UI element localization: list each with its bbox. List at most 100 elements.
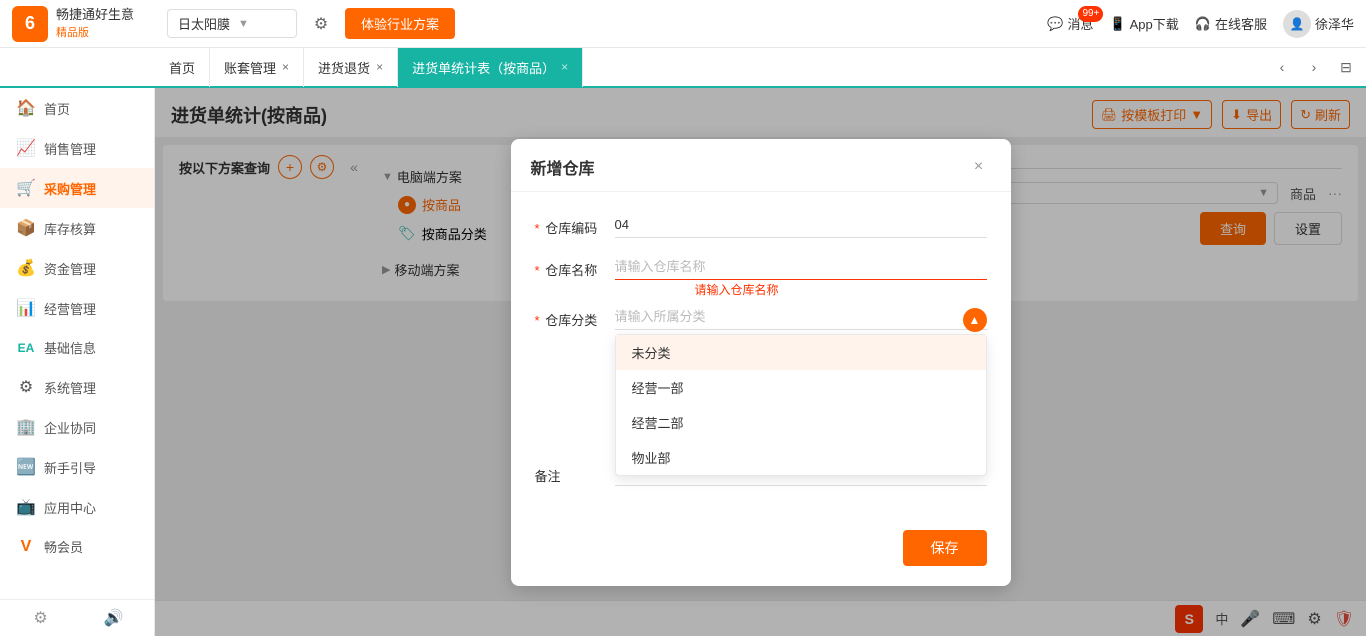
sidebar-home-label: 首页: [44, 99, 70, 118]
user-name: 徐泽华: [1315, 14, 1354, 33]
category-field-row: * 仓库分类 ▲ 未分类: [535, 304, 987, 330]
app-download-button[interactable]: 📱 App下载: [1109, 14, 1178, 33]
sidebar-item-vip[interactable]: V 畅会员: [0, 527, 154, 566]
category-dropdown-arrow[interactable]: ▲: [963, 308, 987, 332]
user-avatar: 👤: [1283, 10, 1311, 38]
messages-button[interactable]: 💬 99+ 消息: [1047, 14, 1093, 33]
system-icon: ⚙: [16, 377, 36, 397]
service-label: 在线客服: [1215, 14, 1267, 33]
message-badge: 99+: [1078, 6, 1103, 22]
sidebar-purchase-label: 采购管理: [44, 179, 96, 198]
code-input[interactable]: [615, 212, 987, 238]
logo-text-block: 畅捷通好生意 精品版: [56, 7, 134, 40]
user-area[interactable]: 👤 徐泽华: [1283, 10, 1354, 38]
tab-purchase-return[interactable]: 进货退货 ×: [304, 47, 398, 87]
store-name: 日太阳膜: [178, 14, 230, 33]
category-select-wrapper: ▲ 未分类 经营一部 经营二部: [615, 304, 987, 330]
finance-icon: 💰: [16, 258, 36, 278]
service-icon: 🎧: [1195, 16, 1211, 32]
trial-button[interactable]: 体验行业方案: [345, 8, 455, 39]
sidebar-inventory-label: 库存核算: [44, 219, 96, 238]
tab-next-button[interactable]: ›: [1302, 55, 1326, 79]
sidebar-bottom: ⚙ 🔊: [0, 599, 154, 636]
sidebar-app-center-label: 应用中心: [44, 498, 96, 517]
app-label: App下载: [1130, 14, 1179, 33]
settings-gear-icon[interactable]: ⚙: [305, 8, 337, 40]
store-dropdown-arrow: ▼: [238, 18, 249, 30]
tab-prev-button[interactable]: ‹: [1270, 55, 1294, 79]
sales-icon: 📈: [16, 138, 36, 158]
sidebar-operations-label: 经营管理: [44, 299, 96, 318]
content-area: 进货单统计(按商品) 🖨 按模板打印 ▼ ⬇ 导出 ↻ 刷新: [155, 88, 1366, 636]
name-field-row: * 仓库名称 请输入仓库名称: [535, 254, 987, 280]
tab-purchase-return-label: 进货退货: [318, 58, 370, 77]
modal-close-button[interactable]: ×: [967, 155, 991, 179]
main-layout: 🏠 首页 📈 销售管理 🛒 采购管理 📦 库存核算 💰 资金管理 📊 经营管理 …: [0, 88, 1366, 636]
vip-icon: V: [16, 538, 36, 556]
sidebar-guide-label: 新手引导: [44, 458, 96, 477]
modal-footer: 保存: [511, 518, 1011, 586]
modal-overlay[interactable]: 新增仓库 × * 仓库编码 *: [155, 88, 1366, 636]
sidebar-item-finance[interactable]: 💰 资金管理: [0, 248, 154, 288]
name-input[interactable]: [615, 254, 987, 280]
tab-home[interactable]: 首页: [155, 47, 210, 87]
code-field-row: * 仓库编码: [535, 212, 987, 238]
sidebar-item-operations[interactable]: 📊 经营管理: [0, 288, 154, 328]
sidebar-vip-label: 畅会员: [44, 537, 83, 556]
tabs-bar: 首页 账套管理 × 进货退货 × 进货单统计表（按商品） × ‹ › ⊟: [0, 48, 1366, 88]
dropdown-item-dept3[interactable]: 物业部: [616, 440, 986, 475]
basic-info-icon: EA: [16, 341, 36, 355]
sidebar-finance-label: 资金管理: [44, 259, 96, 278]
tab-purchase-stats-close[interactable]: ×: [561, 60, 568, 74]
sidebar-settings-button[interactable]: ⚙: [8, 608, 73, 628]
sidebar-item-guide[interactable]: 🆕 新手引导: [0, 447, 154, 487]
tab-purchase-return-close[interactable]: ×: [376, 60, 383, 74]
enterprise-icon: 🏢: [16, 417, 36, 437]
tab-account-label: 账套管理: [224, 58, 276, 77]
sidebar-sales-label: 销售管理: [44, 139, 96, 158]
dropdown-item-unclassified[interactable]: 未分类: [616, 335, 986, 370]
dropdown-item-dept1[interactable]: 经营一部: [616, 370, 986, 405]
sidebar-item-app-center[interactable]: 📺 应用中心: [0, 487, 154, 527]
sidebar-item-purchase[interactable]: 🛒 采购管理: [0, 168, 154, 208]
save-button[interactable]: 保存: [903, 530, 987, 566]
dropdown-item-dept2[interactable]: 经营二部: [616, 405, 986, 440]
logo-area: 6 畅捷通好生意 精品版: [12, 6, 167, 42]
top-header: 6 畅捷通好生意 精品版 日太阳膜 ▼ ⚙ 体验行业方案 💬 99+ 消息 📱 …: [0, 0, 1366, 48]
store-selector[interactable]: 日太阳膜 ▼: [167, 9, 297, 38]
sidebar-basic-info-label: 基础信息: [44, 338, 96, 357]
sidebar-item-sales[interactable]: 📈 销售管理: [0, 128, 154, 168]
modal-body: * 仓库编码 * 仓库名称 请输入仓库名称: [511, 192, 1011, 518]
name-label: * 仓库名称: [535, 254, 615, 279]
tab-home-label: 首页: [169, 58, 195, 77]
sidebar-item-system[interactable]: ⚙ 系统管理: [0, 367, 154, 407]
sidebar-item-home[interactable]: 🏠 首页: [0, 88, 154, 128]
header-middle: 日太阳膜 ▼ ⚙ 体验行业方案: [167, 8, 1047, 40]
app-center-icon: 📺: [16, 497, 36, 517]
sidebar-item-enterprise[interactable]: 🏢 企业协同: [0, 407, 154, 447]
sidebar-sound-button[interactable]: 🔊: [81, 608, 146, 628]
app-icon: 📱: [1109, 16, 1125, 32]
tab-purchase-stats[interactable]: 进货单统计表（按商品） ×: [398, 47, 583, 87]
category-input[interactable]: [615, 304, 987, 330]
tab-account-close[interactable]: ×: [282, 60, 289, 74]
inventory-icon: 📦: [16, 218, 36, 238]
logo-sub: 精品版: [56, 24, 134, 40]
online-service-button[interactable]: 🎧 在线客服: [1195, 14, 1267, 33]
home-icon: 🏠: [16, 98, 36, 118]
logo-icon: 6: [12, 6, 48, 42]
sidebar-item-inventory[interactable]: 📦 库存核算: [0, 208, 154, 248]
modal-title: 新增仓库: [531, 155, 595, 179]
tab-account[interactable]: 账套管理 ×: [210, 47, 304, 87]
category-dropdown: 未分类 经营一部 经营二部 物业部: [615, 334, 987, 476]
tab-menu-button[interactable]: ⊟: [1334, 55, 1358, 79]
sidebar-item-basic-info[interactable]: EA 基础信息: [0, 328, 154, 367]
sidebar-enterprise-label: 企业协同: [44, 418, 96, 437]
sidebar: 🏠 首页 📈 销售管理 🛒 采购管理 📦 库存核算 💰 资金管理 📊 经营管理 …: [0, 88, 155, 636]
operations-icon: 📊: [16, 298, 36, 318]
code-label: * 仓库编码: [535, 212, 615, 237]
category-label: * 仓库分类: [535, 304, 615, 329]
sidebar-system-label: 系统管理: [44, 378, 96, 397]
logo-text: 畅捷通好生意: [56, 7, 134, 24]
name-error-message: 请输入仓库名称: [695, 281, 779, 298]
